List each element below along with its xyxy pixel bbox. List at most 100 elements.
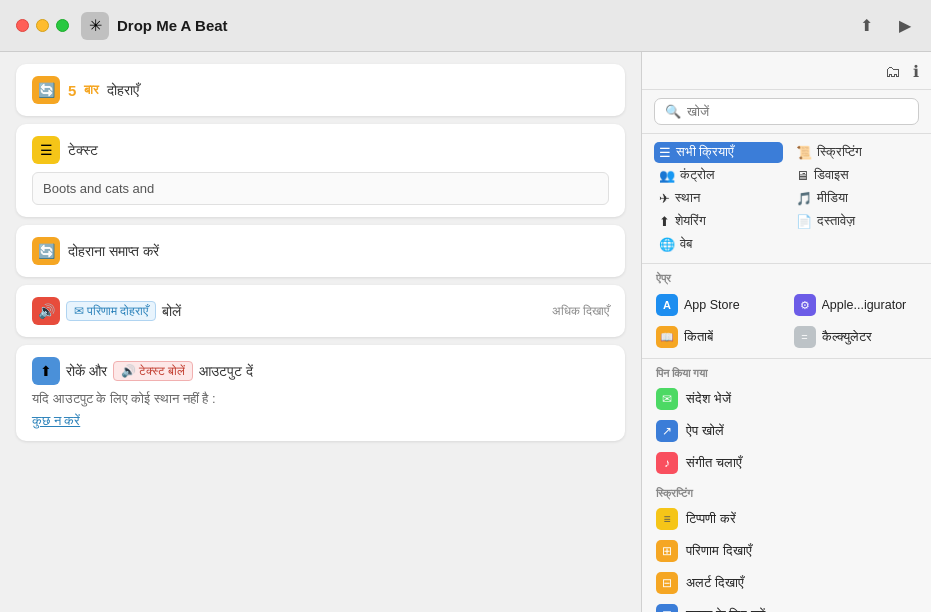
- text-card-header: ☰ टेक्स्ट: [32, 136, 609, 164]
- appstore-label: App Store: [684, 298, 740, 312]
- list-item-play-music[interactable]: ♪ संगीत चलाएँ: [642, 447, 931, 479]
- appstore-item[interactable]: A App Store: [650, 290, 786, 320]
- info-button[interactable]: ℹ: [913, 62, 919, 81]
- scripting-icon: 📜: [796, 145, 812, 160]
- repeat-card: 🔄 5 बार दोहराएँ: [16, 64, 625, 116]
- output-card: ⬆ रोकें और 🔊 टेक्स्ट बोलें आउटपुट दें यद…: [16, 345, 625, 441]
- end-repeat-icon: 🔄: [32, 237, 60, 265]
- output-token-icon: 🔊: [121, 364, 136, 378]
- show-result-label: परिणाम दिखाएँ: [686, 543, 752, 559]
- devices-icon: 🖥: [796, 168, 809, 183]
- all-icon: ☰: [659, 145, 671, 160]
- list-item-comment[interactable]: ≡ टिप्पणी करें: [642, 503, 931, 535]
- speak-card: 🔊 ✉ परिणाम दोहराएँ बोलें अधिक दिखाएँ: [16, 285, 625, 337]
- category-docs[interactable]: 📄 दस्तावेज़: [791, 211, 920, 232]
- search-wrapper: 🔍: [654, 98, 919, 125]
- search-bar: 🔍: [642, 90, 931, 134]
- calculator-label: कैल्क्युलेटर: [822, 330, 872, 345]
- speak-icon: 🔊: [32, 297, 60, 325]
- output-token[interactable]: 🔊 टेक्स्ट बोलें: [113, 361, 193, 381]
- traffic-lights: [16, 19, 69, 32]
- main-layout: 🔄 5 बार दोहराएँ ☰ टेक्स्ट Boots and cats…: [0, 52, 931, 612]
- web-icon: 🌐: [659, 237, 675, 252]
- right-panel: 🗂 ℹ 🔍 ☰ सभी क्रियाएँ 📜 स्क्रिप्टिंग 👥 कं…: [641, 52, 931, 612]
- app-icon: ✳: [81, 12, 109, 40]
- stop-label: रोकें और: [66, 363, 107, 380]
- minimize-button[interactable]: [36, 19, 49, 32]
- category-devices[interactable]: 🖥 डिवाइस: [791, 165, 920, 186]
- play-music-label: संगीत चलाएँ: [686, 455, 742, 471]
- open-app-label: ऐप खोलें: [686, 423, 724, 439]
- add-category-button[interactable]: 🗂: [885, 63, 901, 81]
- end-repeat-title: दोहराना समाप्त करें: [68, 243, 159, 260]
- right-list: ऐप्र A App Store ⚙ Apple...igurator 📖 कि…: [642, 264, 931, 612]
- repeat-card-header: 🔄 5 बार दोहराएँ: [32, 76, 609, 104]
- location-icon: ✈: [659, 191, 670, 206]
- output-card-header: ⬆ रोकें और 🔊 टेक्स्ट बोलें आउटपुट दें: [32, 357, 609, 385]
- speak-token[interactable]: ✉ परिणाम दोहराएँ: [66, 301, 156, 321]
- list-item-show-alert[interactable]: ⊟ अलर्ट दिखाएँ: [642, 567, 931, 599]
- category-location[interactable]: ✈ स्थान: [654, 188, 783, 209]
- show-alert-label: अलर्ट दिखाएँ: [686, 575, 744, 591]
- comment-icon: ≡: [656, 508, 678, 530]
- list-item-open-app[interactable]: ↗ ऐप खोलें: [642, 415, 931, 447]
- show-result-icon: ⊞: [656, 540, 678, 562]
- repeat-action: दोहराएँ: [107, 82, 139, 99]
- list-item-ask-input[interactable]: ⊡ इनपुट के लिए पूछें: [642, 599, 931, 612]
- list-item-show-result[interactable]: ⊞ परिणाम दिखाएँ: [642, 535, 931, 567]
- sharing-icon: ⬆: [659, 214, 670, 229]
- books-icon: 📖: [656, 326, 678, 348]
- pinned-section-label: पिन किया गया: [642, 359, 931, 383]
- books-label: किताबें: [684, 330, 713, 345]
- category-web-label: वेब: [680, 237, 692, 252]
- play-music-icon: ♪: [656, 452, 678, 474]
- category-sharing[interactable]: ⬆ शेयरिंग: [654, 211, 783, 232]
- do-nothing-link[interactable]: कुछ न करें: [32, 413, 80, 428]
- speak-card-header: 🔊 ✉ परिणाम दोहराएँ बोलें अधिक दिखाएँ: [32, 297, 609, 325]
- category-media[interactable]: 🎵 मीडिया: [791, 188, 920, 209]
- calculator-item[interactable]: = कैल्क्युलेटर: [788, 322, 924, 352]
- text-card-title: टेक्स्ट: [68, 142, 98, 159]
- fullscreen-button[interactable]: [56, 19, 69, 32]
- send-msg-icon: ✉: [656, 388, 678, 410]
- list-item-send-msg[interactable]: ✉ संदेश भेजें: [642, 383, 931, 415]
- speak-token-icon: ✉: [74, 304, 84, 318]
- category-docs-label: दस्तावेज़: [817, 214, 855, 229]
- right-header: 🗂 ℹ: [642, 52, 931, 90]
- ask-input-label: इनपुट के लिए पूछें: [686, 607, 765, 612]
- speak-action: बोलें: [162, 303, 181, 320]
- apps-section: ऐप्र A App Store ⚙ Apple...igurator 📖 कि…: [642, 264, 931, 359]
- apps-grid: A App Store ⚙ Apple...igurator 📖 किताबें…: [642, 288, 931, 354]
- category-media-label: मीडिया: [817, 191, 848, 206]
- categories-grid: ☰ सभी क्रियाएँ 📜 स्क्रिप्टिंग 👥 कंट्रोल …: [642, 134, 931, 264]
- apple-config-label: Apple...igurator: [822, 298, 907, 312]
- docs-icon: 📄: [796, 214, 812, 229]
- play-button[interactable]: ▶: [895, 12, 915, 39]
- comment-label: टिप्पणी करें: [686, 511, 736, 527]
- apple-config-icon: ⚙: [794, 294, 816, 316]
- category-control[interactable]: 👥 कंट्रोल: [654, 165, 783, 186]
- text-card-body[interactable]: Boots and cats and: [32, 172, 609, 205]
- books-item[interactable]: 📖 किताबें: [650, 322, 786, 352]
- text-icon: ☰: [32, 136, 60, 164]
- category-all[interactable]: ☰ सभी क्रियाएँ: [654, 142, 783, 163]
- app-title: Drop Me A Beat: [117, 17, 856, 34]
- open-app-icon: ↗: [656, 420, 678, 442]
- share-button[interactable]: ⬆: [856, 12, 877, 39]
- category-scripting[interactable]: 📜 स्क्रिप्टिंग: [791, 142, 920, 163]
- repeat-icon: 🔄: [32, 76, 60, 104]
- ask-input-icon: ⊡: [656, 604, 678, 612]
- category-scripting-label: स्क्रिप्टिंग: [817, 145, 862, 160]
- speak-more-link[interactable]: अधिक दिखाएँ: [552, 304, 609, 318]
- repeat-unit: बार: [84, 82, 99, 98]
- close-button[interactable]: [16, 19, 29, 32]
- apple-config-item[interactable]: ⚙ Apple...igurator: [788, 290, 924, 320]
- search-input[interactable]: [687, 104, 908, 119]
- send-msg-label: संदेश भेजें: [686, 391, 731, 407]
- category-control-label: कंट्रोल: [680, 168, 715, 183]
- category-web[interactable]: 🌐 वेब: [654, 234, 783, 255]
- calculator-icon: =: [794, 326, 816, 348]
- end-repeat-header: 🔄 दोहराना समाप्त करें: [32, 237, 609, 265]
- end-repeat-card: 🔄 दोहराना समाप्त करें: [16, 225, 625, 277]
- media-icon: 🎵: [796, 191, 812, 206]
